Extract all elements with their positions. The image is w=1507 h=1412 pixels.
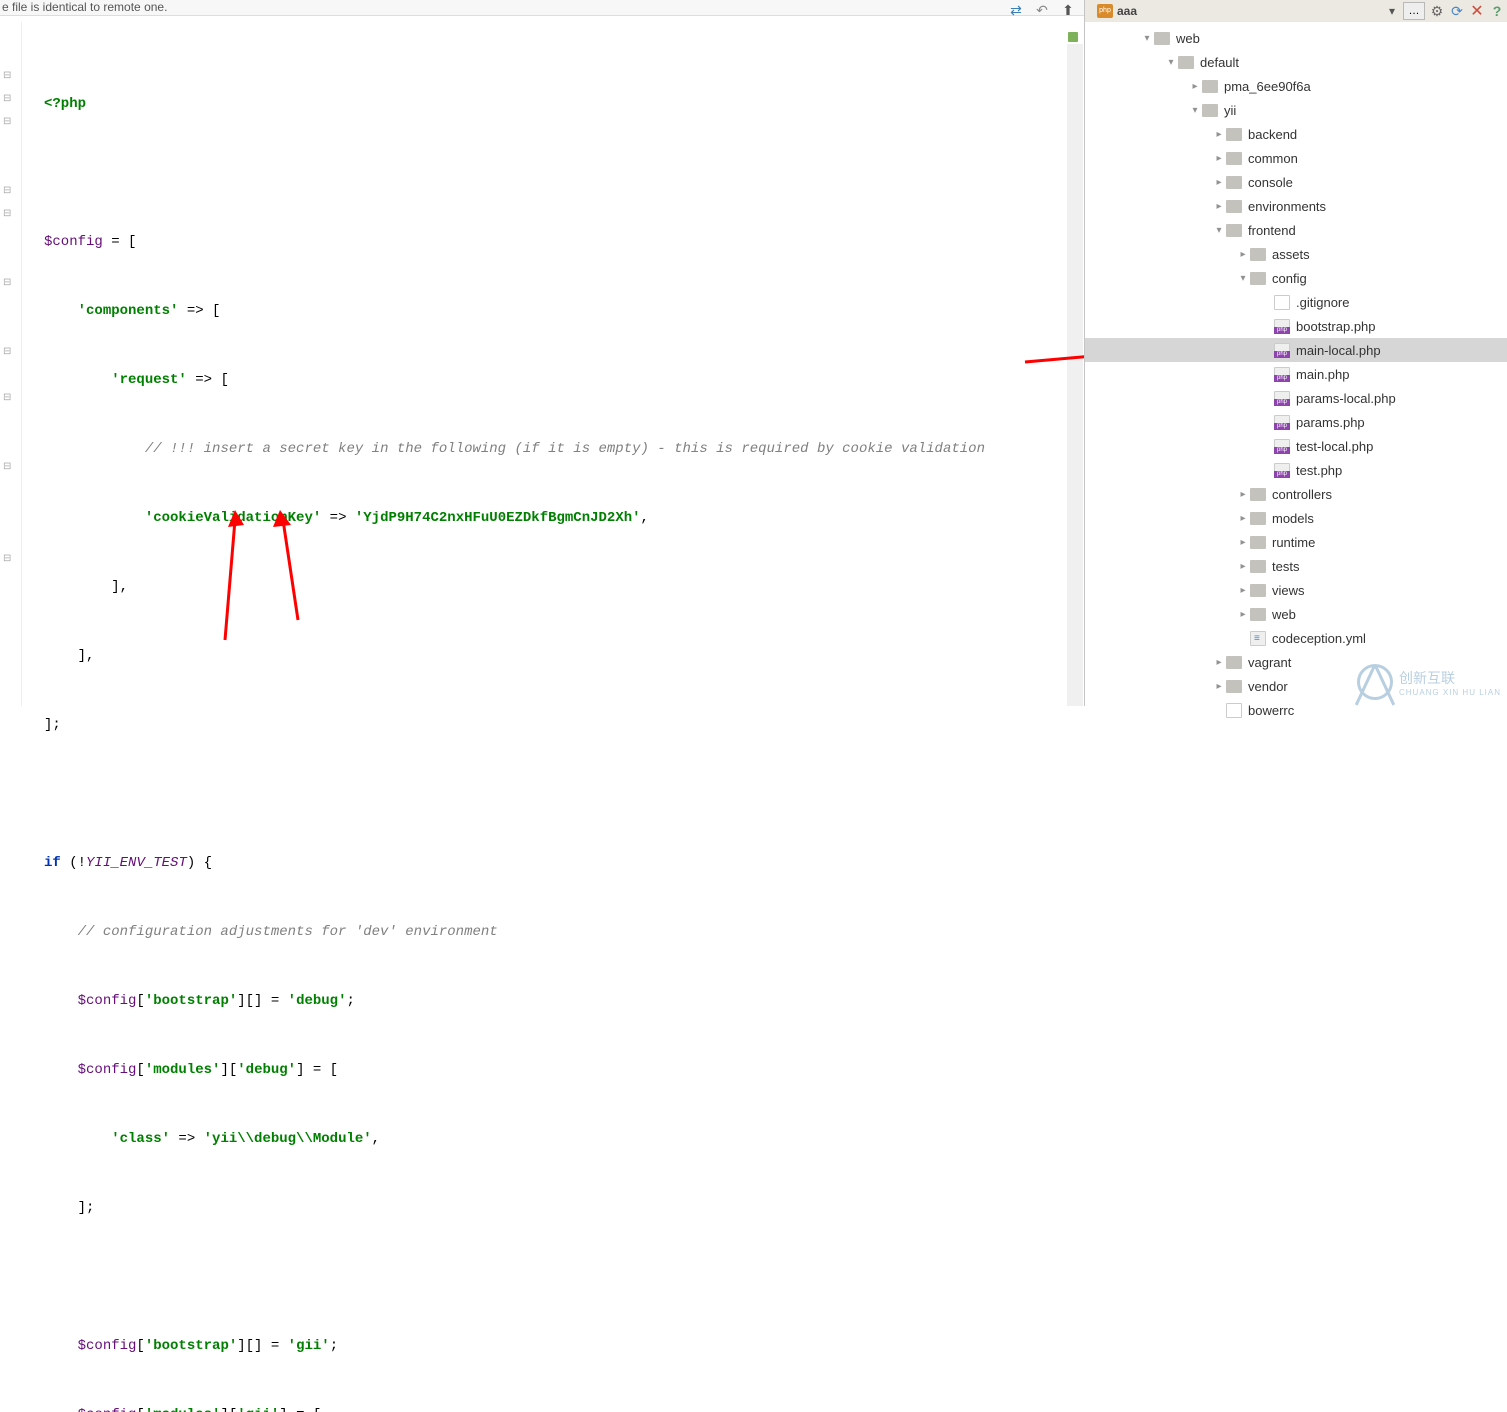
tree-body[interactable]: ▾web ▾default ▸pma_6ee90f6a ▾yii ▸backen… <box>1085 22 1507 722</box>
gutter-lines <box>22 22 40 706</box>
gear-icon[interactable]: ⚙ <box>1427 3 1447 20</box>
tree-header: php aaa ▾ … ⚙ ⟳ ✕ ? <box>1085 0 1507 22</box>
vertical-scrollbar[interactable] <box>1067 44 1083 706</box>
tree-file-params[interactable]: params.php <box>1085 410 1507 434</box>
tree-folder-default[interactable]: ▾default <box>1085 50 1507 74</box>
php-file-icon: php <box>1097 4 1113 18</box>
editor-toolbar: ⇄ ↶ ⬆ <box>1008 2 1076 18</box>
tree-file-codeception[interactable]: codeception.yml <box>1085 626 1507 650</box>
tree-folder-common[interactable]: ▸common <box>1085 146 1507 170</box>
tree-file-test-local[interactable]: test-local.php <box>1085 434 1507 458</box>
tree-folder-models[interactable]: ▸models <box>1085 506 1507 530</box>
file-tree-panel: php aaa ▾ … ⚙ ⟳ ✕ ? ▾web ▾default ▸pma_6… <box>1084 0 1507 706</box>
tree-folder-web-inner[interactable]: ▸web <box>1085 602 1507 626</box>
watermark: 创新互联 CHUANG XIN HU LIAN <box>1357 664 1501 700</box>
status-text: e file is identical to remote one. <box>2 0 167 14</box>
tree-folder-runtime[interactable]: ▸runtime <box>1085 530 1507 554</box>
fold-marker[interactable]: ⊟ <box>3 461 11 472</box>
fold-marker[interactable]: ⊟ <box>3 277 11 288</box>
fold-marker[interactable]: ⊟ <box>3 208 11 219</box>
compare-icon[interactable]: ⇄ <box>1008 2 1024 18</box>
watermark-text: 创新互联 CHUANG XIN HU LIAN <box>1399 668 1501 697</box>
tree-folder-frontend[interactable]: ▾frontend <box>1085 218 1507 242</box>
tree-folder-tests[interactable]: ▸tests <box>1085 554 1507 578</box>
fold-marker[interactable]: ⊟ <box>3 392 11 403</box>
tree-folder-controllers[interactable]: ▸controllers <box>1085 482 1507 506</box>
undo-icon[interactable]: ↶ <box>1034 2 1050 18</box>
refresh-icon[interactable]: ⟳ <box>1447 3 1467 20</box>
code-editor[interactable]: ⊟ ⊟ ⊟ ⊟ ⊟ ⊟ ⊟ ⊟ ⊟ ⊟ <?php $config = [ 'c… <box>0 22 1084 706</box>
close-icon[interactable]: ✕ <box>1467 1 1487 21</box>
tree-file-main-local[interactable]: main-local.php <box>1085 338 1507 362</box>
tree-folder-pma[interactable]: ▸pma_6ee90f6a <box>1085 74 1507 98</box>
tree-file-params-local[interactable]: params-local.php <box>1085 386 1507 410</box>
fold-marker[interactable]: ⊟ <box>3 185 11 196</box>
tree-file-test[interactable]: test.php <box>1085 458 1507 482</box>
tree-folder-yii[interactable]: ▾yii <box>1085 98 1507 122</box>
status-bar: e file is identical to remote one. ⇄ ↶ ⬆ <box>0 0 1084 16</box>
fold-marker[interactable]: ⊟ <box>3 93 11 104</box>
tree-folder-config[interactable]: ▾config <box>1085 266 1507 290</box>
analysis-ok-icon <box>1068 32 1078 42</box>
tree-folder-views[interactable]: ▸views <box>1085 578 1507 602</box>
dropdown-caret-icon[interactable]: ▾ <box>1383 4 1401 18</box>
tree-folder-console[interactable]: ▸console <box>1085 170 1507 194</box>
tree-folder-backend[interactable]: ▸backend <box>1085 122 1507 146</box>
tree-file-bootstrap[interactable]: bootstrap.php <box>1085 314 1507 338</box>
tree-file-bowerrc[interactable]: bowerrc <box>1085 698 1507 722</box>
gutter-folding[interactable]: ⊟ ⊟ ⊟ ⊟ ⊟ ⊟ ⊟ ⊟ ⊟ ⊟ <box>0 22 22 706</box>
tree-folder-web[interactable]: ▾web <box>1085 26 1507 50</box>
more-button[interactable]: … <box>1403 2 1425 20</box>
tree-folder-assets[interactable]: ▸assets <box>1085 242 1507 266</box>
tree-title: aaa <box>1117 4 1383 18</box>
code-content[interactable]: <?php $config = [ 'components' => [ 'req… <box>40 22 1084 706</box>
help-icon[interactable]: ? <box>1487 3 1507 19</box>
tree-file-gitignore[interactable]: .gitignore <box>1085 290 1507 314</box>
watermark-logo <box>1357 664 1393 700</box>
fold-marker[interactable]: ⊟ <box>3 70 11 81</box>
fold-marker[interactable]: ⊟ <box>3 116 11 127</box>
fold-marker[interactable]: ⊟ <box>3 346 11 357</box>
fold-marker[interactable]: ⊟ <box>3 553 11 564</box>
tree-file-main[interactable]: main.php <box>1085 362 1507 386</box>
tree-folder-environments[interactable]: ▸environments <box>1085 194 1507 218</box>
upload-icon[interactable]: ⬆ <box>1060 2 1076 18</box>
